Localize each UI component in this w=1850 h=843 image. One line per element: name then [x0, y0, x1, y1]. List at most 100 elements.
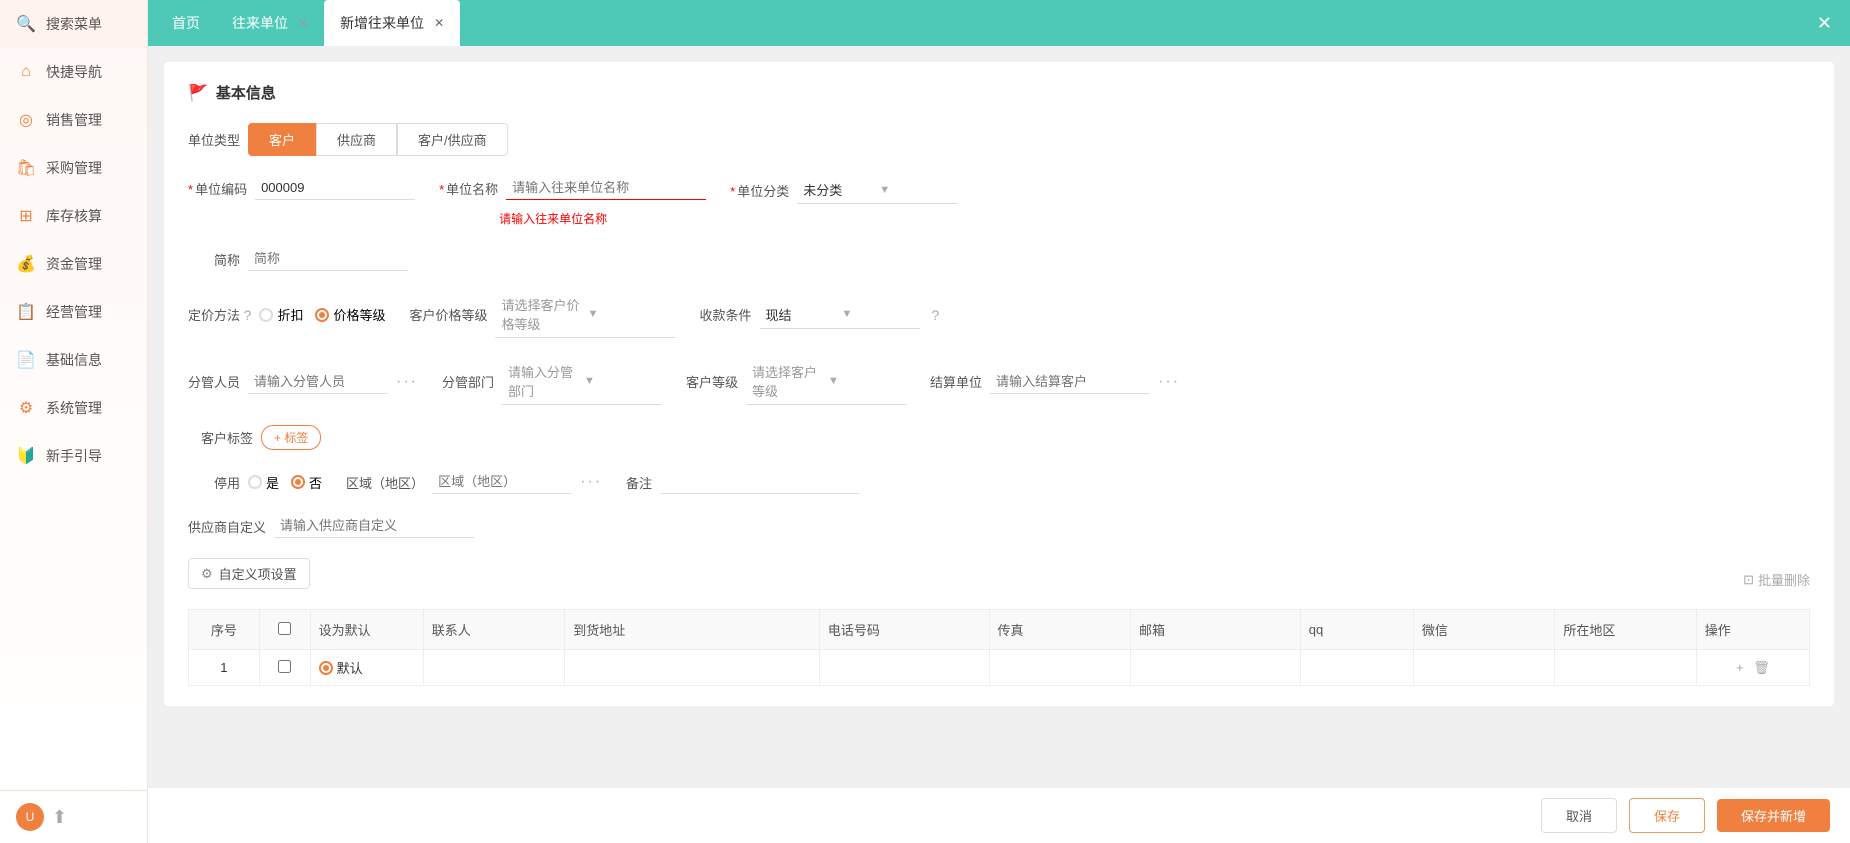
payment-help-icon[interactable]: ?	[932, 307, 940, 323]
remark-input[interactable]	[660, 470, 860, 494]
section-title-text: 基本信息	[216, 82, 276, 103]
tab-home[interactable]: 首页	[156, 0, 216, 46]
pricing-label: 定价方法 ?	[188, 305, 251, 324]
sidebar-item-basic-info[interactable]: 📄 基础信息	[0, 336, 147, 384]
pricing-row: 定价方法 ? 折扣 价格等级 客户	[188, 291, 1810, 338]
search-icon: 🔍	[16, 14, 36, 34]
customer-level-select[interactable]: 请选择客户等级 ▼	[746, 358, 906, 405]
alias-input[interactable]	[248, 247, 408, 271]
disabled-label: 停用	[214, 473, 240, 492]
batch-delete-button[interactable]: ⊡ 批量删除	[1743, 570, 1810, 589]
tab-new-partner-close[interactable]: ✕	[434, 16, 444, 30]
disabled-radio-yes[interactable]: 是	[248, 473, 279, 492]
col-default: 设为默认	[310, 610, 423, 650]
phone-input[interactable]	[828, 660, 981, 675]
row-region-input[interactable]	[1563, 660, 1687, 675]
management-icon: 📋	[16, 302, 36, 322]
settlement-label: 结算单位	[930, 372, 982, 391]
department-placeholder: 请输入分管部门	[508, 362, 580, 400]
sidebar-item-label: 经营管理	[46, 302, 102, 322]
save-button[interactable]: 保存	[1629, 798, 1705, 833]
tag-label: 客户标签	[201, 428, 253, 447]
sidebar-item-inventory[interactable]: ⊞ 库存核算	[0, 192, 147, 240]
customer-price-select[interactable]: 请选择客户价格等级 ▼	[495, 291, 675, 338]
disabled-radio-no[interactable]: 否	[291, 473, 322, 492]
region-more-icon[interactable]: ···	[580, 473, 602, 491]
close-main-icon[interactable]: ✕	[1807, 13, 1842, 34]
content-area: 🚩 基本信息 单位类型 客户 供应商 客户/供应商 *单位编码	[148, 46, 1850, 787]
sidebar-item-sales[interactable]: ◎ 销售管理	[0, 96, 147, 144]
sidebar-item-purchase[interactable]: 🛍 采购管理	[0, 144, 147, 192]
discount-label: 折扣	[277, 305, 303, 324]
cancel-button[interactable]: 取消	[1541, 798, 1617, 833]
sidebar: 🔍 搜索菜单 ⌂ 快捷导航 ◎ 销售管理 🛍 采购管理 ⊞ 库存核算 💰 资金管…	[0, 0, 148, 843]
guide-icon: 🔰	[16, 446, 36, 466]
row-seq: 1	[189, 650, 260, 686]
pricing-help-icon[interactable]: ?	[244, 307, 252, 323]
sidebar-item-label: 基础信息	[46, 350, 102, 370]
batch-delete-icon: ⊡	[1743, 572, 1754, 588]
row-add-icon[interactable]: +	[1736, 660, 1744, 675]
qq-input[interactable]	[1309, 660, 1405, 675]
system-icon: ⚙	[16, 398, 36, 418]
supplier-custom-input[interactable]	[274, 514, 474, 538]
sidebar-item-finance[interactable]: 💰 资金管理	[0, 240, 147, 288]
customer-price-field: 客户价格等级 请选择客户价格等级 ▼	[409, 291, 675, 338]
email-input[interactable]	[1139, 660, 1292, 675]
fax-input[interactable]	[998, 660, 1122, 675]
yes-radio-circle	[248, 475, 262, 489]
sidebar-item-system[interactable]: ⚙ 系统管理	[0, 384, 147, 432]
row-delete-icon[interactable]: 🗑	[1753, 660, 1770, 675]
save-new-button[interactable]: 保存并新增	[1717, 799, 1830, 832]
pricing-radio-level[interactable]: 价格等级	[315, 305, 385, 324]
tab-partners[interactable]: 往来单位 ✕	[216, 0, 324, 46]
no-radio-circle	[291, 475, 305, 489]
unit-type-row: 单位类型 客户 供应商 客户/供应商	[188, 123, 1810, 156]
region-input[interactable]	[432, 470, 572, 494]
unit-type-both[interactable]: 客户/供应商	[397, 123, 508, 156]
default-radio[interactable]: 默认	[319, 658, 415, 677]
row-actions: + 🗑	[1696, 650, 1809, 686]
section-title: 🚩 基本信息	[188, 82, 1810, 103]
unit-type-supplier[interactable]: 供应商	[316, 123, 397, 156]
department-field: 分管部门 请输入分管部门 ▼	[442, 358, 662, 405]
remark-field: 备注	[626, 470, 860, 494]
wechat-input[interactable]	[1422, 660, 1546, 675]
unit-type-group: 客户 供应商 客户/供应商	[248, 123, 508, 156]
avatar: U	[16, 803, 44, 831]
tab-new-partner[interactable]: 新增往来单位 ✕	[324, 0, 460, 46]
manager-more-icon[interactable]: ···	[396, 373, 418, 391]
row-default: 默认	[310, 650, 423, 686]
row-region	[1555, 650, 1696, 686]
manager-input[interactable]	[248, 370, 388, 394]
department-chevron: ▼	[584, 375, 656, 387]
customer-price-label: 客户价格等级	[409, 305, 487, 324]
name-input[interactable]	[506, 176, 706, 200]
tab-partners-close[interactable]: ✕	[298, 16, 308, 30]
row-select-checkbox[interactable]	[278, 660, 291, 673]
contact-input[interactable]	[432, 660, 556, 675]
sidebar-item-management[interactable]: 📋 经营管理	[0, 288, 147, 336]
pricing-radio-discount[interactable]: 折扣	[259, 305, 303, 324]
select-all-checkbox[interactable]	[278, 622, 291, 635]
category-select[interactable]: 未分类 ▼	[797, 176, 957, 204]
sidebar-item-guide[interactable]: 🔰 新手引导	[0, 432, 147, 480]
col-seq: 序号	[189, 610, 260, 650]
department-label: 分管部门	[442, 372, 494, 391]
sidebar-item-search[interactable]: 🔍 搜索菜单	[0, 0, 147, 48]
name-error-msg: 请输入往来单位名称	[499, 210, 607, 227]
category-value: 未分类	[803, 180, 875, 199]
tab-bar: 首页 往来单位 ✕ 新增往来单位 ✕ ✕	[148, 0, 1850, 46]
payment-select[interactable]: 现结 ▼	[760, 301, 920, 329]
unit-type-customer[interactable]: 客户	[248, 123, 316, 156]
custom-settings-button[interactable]: ⚙ 自定义项设置	[188, 558, 310, 589]
address-input[interactable]	[573, 660, 811, 675]
add-tag-button[interactable]: + 标签	[261, 425, 321, 450]
department-select[interactable]: 请输入分管部门 ▼	[502, 358, 662, 405]
code-input[interactable]	[255, 176, 415, 200]
settlement-input[interactable]	[990, 370, 1150, 394]
main-area: 首页 往来单位 ✕ 新增往来单位 ✕ ✕ 🚩 基本信息 单位类型 客户	[148, 0, 1850, 843]
settlement-more-icon[interactable]: ···	[1158, 373, 1180, 391]
customer-level-field: 客户等级 请选择客户等级 ▼	[686, 358, 906, 405]
sidebar-item-quicknav[interactable]: ⌂ 快捷导航	[0, 48, 147, 96]
